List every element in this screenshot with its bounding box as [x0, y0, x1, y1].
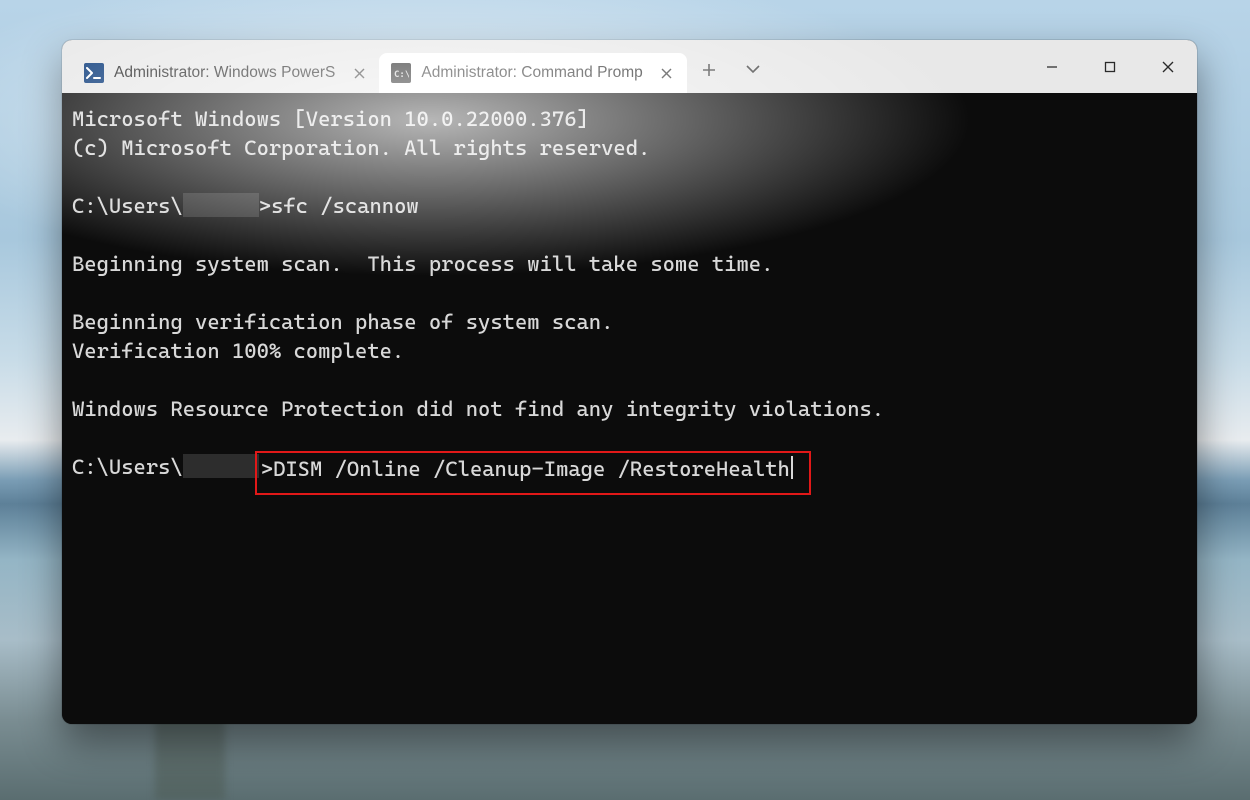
svg-text:C:\: C:\ — [394, 70, 409, 79]
redacted-username — [183, 193, 259, 217]
tab-dropdown-button[interactable] — [731, 51, 775, 89]
tab-label: Administrator: Command Promp — [421, 64, 642, 82]
command-text: sfc /scannow — [271, 194, 419, 218]
powershell-icon — [84, 63, 104, 83]
plus-icon — [702, 63, 716, 77]
new-tab-button[interactable] — [687, 51, 731, 89]
tab-label: Administrator: Windows PowerS — [114, 64, 335, 82]
output-line: (c) Microsoft Corporation. All rights re… — [72, 136, 650, 160]
window-close-button[interactable] — [1139, 40, 1197, 93]
output-line: Beginning system scan. This process will… — [72, 252, 773, 276]
output-line: Microsoft Windows [Version 10.0.22000.37… — [72, 107, 589, 131]
prompt-path: C:\Users\ — [72, 194, 183, 218]
command-prompt-icon: C:\ — [391, 63, 411, 83]
close-icon — [354, 68, 365, 79]
output-line: Beginning verification phase of system s… — [72, 310, 613, 334]
text-cursor — [791, 456, 793, 479]
minimize-icon — [1045, 60, 1059, 74]
terminal-output[interactable]: Microsoft Windows [Version 10.0.22000.37… — [62, 93, 1197, 724]
redacted-username — [183, 454, 259, 478]
maximize-button[interactable] — [1081, 40, 1139, 93]
terminal-window: Administrator: Windows PowerS C:\ — [62, 40, 1197, 724]
tab-actions — [687, 40, 775, 93]
output-line: Verification 100% complete. — [72, 339, 404, 363]
tab-strip: Administrator: Windows PowerS C:\ — [62, 40, 687, 93]
tab-close-button[interactable] — [349, 63, 369, 83]
prompt-path: C:\Users\ — [72, 455, 183, 479]
window-titlebar: Administrator: Windows PowerS C:\ — [62, 40, 1197, 93]
minimize-button[interactable] — [1023, 40, 1081, 93]
tab-powershell[interactable]: Administrator: Windows PowerS — [72, 53, 379, 93]
tab-close-button[interactable] — [657, 63, 677, 83]
chevron-down-icon — [746, 65, 760, 74]
output-line: Windows Resource Protection did not find… — [72, 397, 884, 421]
command-text: DISM /Online /Cleanup-Image /RestoreHeal… — [273, 457, 790, 481]
maximize-icon — [1103, 60, 1117, 74]
desktop-background: Administrator: Windows PowerS C:\ — [0, 0, 1250, 800]
close-icon — [661, 68, 672, 79]
close-icon — [1161, 60, 1175, 74]
window-controls — [1023, 40, 1197, 93]
highlighted-command: >DISM /Online /Cleanup-Image /RestoreHea… — [255, 451, 811, 495]
tab-command-prompt[interactable]: C:\ Administrator: Command Promp — [379, 53, 686, 93]
